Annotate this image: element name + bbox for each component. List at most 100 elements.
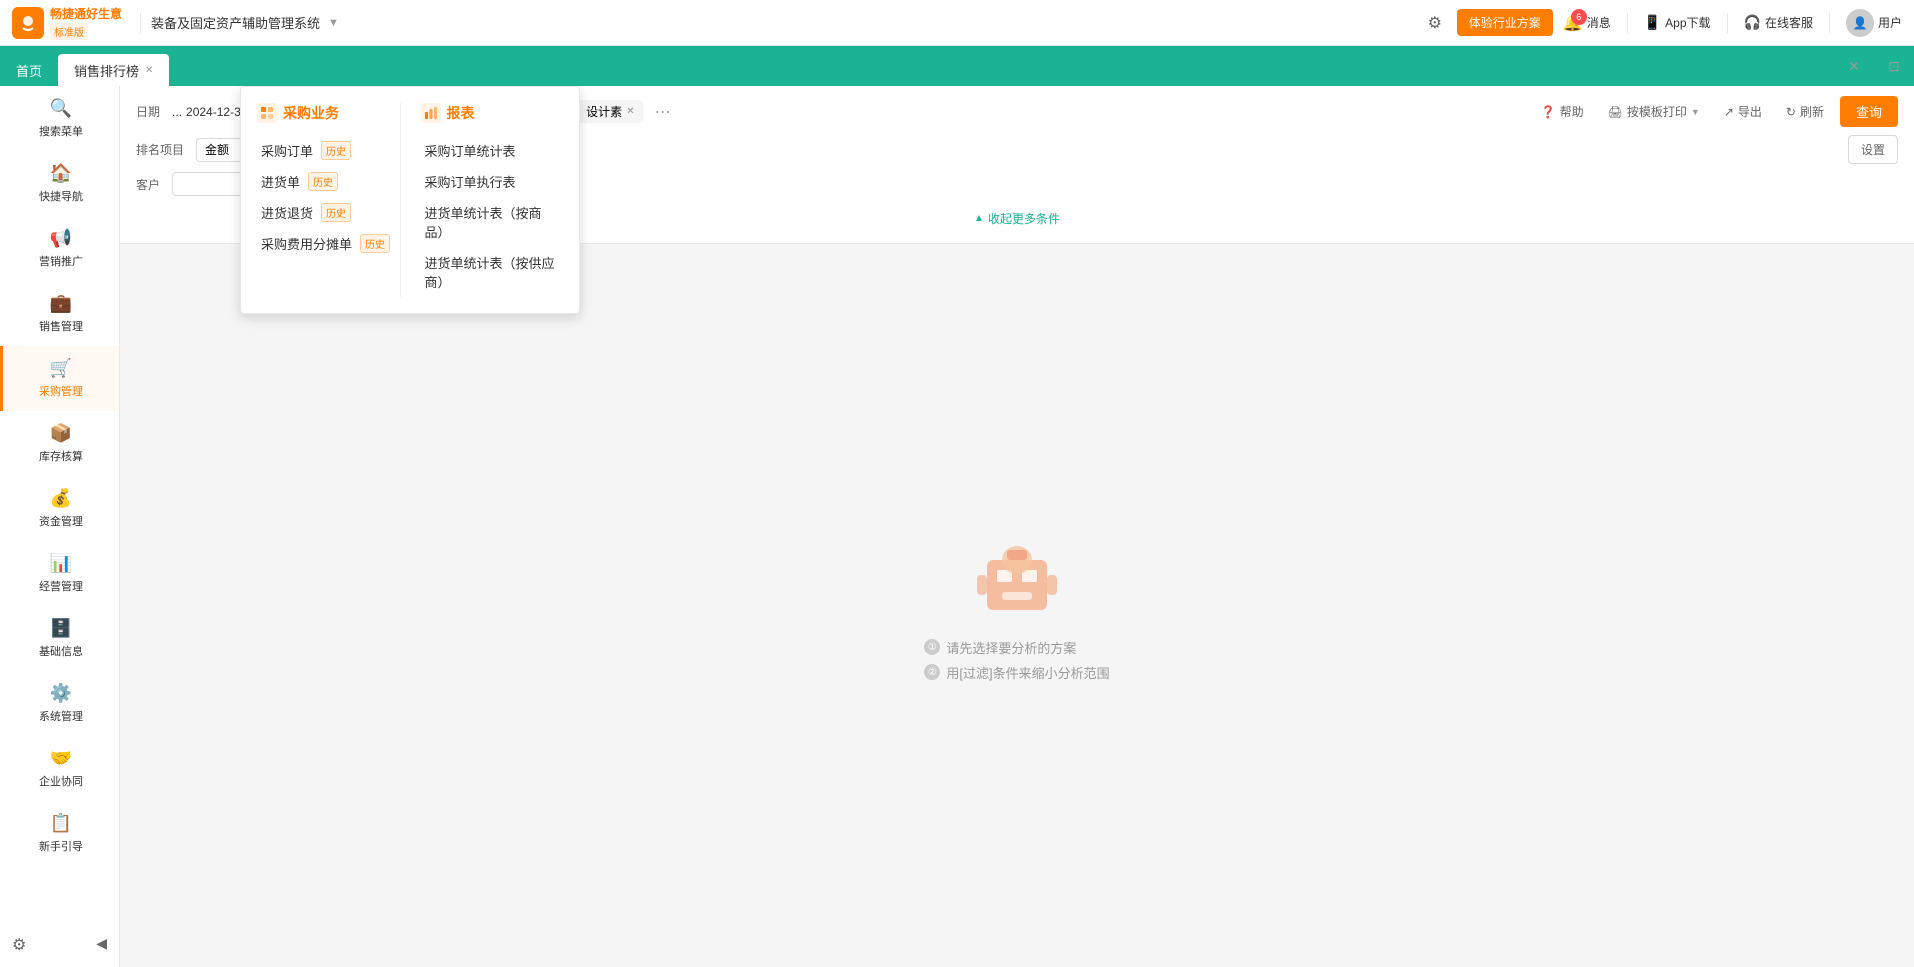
empty-illustration [957,530,1077,630]
dropdown-item-report-4[interactable]: 进货单统计表（按供应商） [421,247,564,297]
sidebar-collapse-icon[interactable]: ◀ [96,935,107,955]
sidebar-item-guide[interactable]: 📋 新手引导 [0,801,119,866]
dropdown-item-purchase-receipt[interactable]: 进货单 历史 [257,166,400,197]
print-dropdown-icon[interactable]: ▼ [1691,107,1700,117]
tab-home-label: 首页 [16,61,42,80]
sidebar-item-inventory[interactable]: 📦 库存核算 [0,411,119,476]
system-title-text: 装备及固定资产辅助管理系统 [151,13,320,32]
sep3 [1727,13,1728,33]
settings-small-btn[interactable]: 设置 [1848,135,1898,164]
sidebar: 🔍 搜索菜单 🏠 快捷导航 📢 营销推广 💼 销售管理 🛒 采购管理 📦 库存核… [0,86,120,967]
sidebar-item-purchase[interactable]: 🛒 采购管理 [0,346,119,411]
app-download-item[interactable]: 📱 App下载 [1644,14,1711,31]
user-avatar: 👤 [1846,9,1874,37]
cooperation-icon: 🤝 [50,748,72,769]
dropdown-item-label-report-3: 进货单统计表（按商品） [425,203,560,241]
close-window-icon[interactable]: ✕ [1834,46,1874,86]
toolbar-right: ❓ 帮助 🖨 按模板打印 ▼ ↗ 导出 ↻ 刷新 [1533,96,1898,127]
sidebar-item-search[interactable]: 🔍 搜索菜单 [0,86,119,151]
dropdown-item-label-purchase-receipt: 进货单 [261,172,300,191]
sep2 [1627,13,1628,33]
history-badge-1: 历史 [321,141,351,160]
query-btn[interactable]: 查询 [1840,96,1898,127]
sales-icon: 💼 [50,293,72,314]
notification-badge: 6 [1571,9,1587,25]
guide-icon: 📋 [50,813,72,834]
dropdown-item-report-2[interactable]: 采购订单执行表 [421,166,564,197]
tab-close-icon[interactable]: ✕ [145,65,153,76]
tab-sales-ranking[interactable]: 销售排行榜 ✕ [58,54,169,86]
notification-label: 消息 [1587,14,1611,31]
help-label: 帮助 [1560,103,1584,120]
industry-btn[interactable]: 体验行业方案 [1457,9,1553,36]
dropdown-arrow-icon[interactable]: ▼ [328,17,339,29]
sidebar-settings-icon[interactable]: ⚙ [12,935,26,955]
online-service-item[interactable]: 🎧 在线客服 [1744,14,1813,31]
hint2-icon: ② [924,664,940,680]
sidebar-item-sales[interactable]: 💼 销售管理 [0,281,119,346]
goods-dots[interactable]: ⋯ [655,102,671,122]
sidebar-label-operation: 经营管理 [39,578,83,594]
sidebar-item-operation[interactable]: 📊 经营管理 [0,541,119,606]
purchase-icon: 🛒 [50,358,72,379]
sidebar-label-quicknav: 快捷导航 [39,188,83,204]
logo-text: 畅捷通好生意 标准版 [50,5,122,41]
sidebar-label-search: 搜索菜单 [39,123,83,139]
refresh-icon: ↻ [1786,105,1796,119]
history-badge-4: 历史 [360,234,390,253]
user-item[interactable]: 👤 用户 [1846,9,1902,37]
top-header: 畅捷通好生意 标准版 装备及固定资产辅助管理系统 ▼ ⚙ 体验行业方案 🔔 6 … [0,0,1914,46]
sidebar-label-purchase: 采购管理 [39,383,83,399]
help-btn[interactable]: ❓ 帮助 [1533,99,1592,124]
sidebar-item-quicknav[interactable]: 🏠 快捷导航 [0,151,119,216]
sidebar-item-basicinfo[interactable]: 🗄️ 基础信息 [0,606,119,671]
sidebar-label-sales: 销售管理 [39,318,83,334]
system-title-area: 装备及固定资产辅助管理系统 ▼ [151,13,1413,32]
sidebar-label-cooperation: 企业协同 [39,773,83,789]
dropdown-item-label-report-1: 采购订单统计表 [425,141,516,160]
system-icon: ⚙️ [50,683,72,704]
dropdown-menu[interactable]: 采购业务 采购订单 历史 进货单 历史 进货退货 历史 [240,86,580,314]
dropdown-item-label-purchase-expense: 采购费用分摊单 [261,234,352,253]
headset-icon: 🎧 [1744,14,1761,31]
sidebar-item-finance[interactable]: 💰 资金管理 [0,476,119,541]
print-label: 按模板打印 [1627,103,1687,120]
search-icon: 🔍 [50,98,72,119]
settings-icon[interactable]: ⚙ [1423,11,1447,35]
dropdown-item-report-1[interactable]: 采购订单统计表 [421,135,564,166]
inventory-icon: 📦 [50,423,72,444]
dropdown-item-purchase-order[interactable]: 采购订单 历史 [257,135,400,166]
dropdown-item-purchase-expense[interactable]: 采购费用分摊单 历史 [257,228,400,259]
sidebar-label-guide: 新手引导 [39,838,83,854]
collapse-label: 收起更多条件 [988,210,1060,227]
marketing-icon: 📢 [50,228,72,249]
refresh-btn[interactable]: ↻ 刷新 [1778,99,1832,124]
hint1-icon: ① [924,639,940,655]
purchase-section-label: 采购业务 [283,103,339,123]
print-btn[interactable]: 🖨 按模板打印 ▼ [1600,99,1708,124]
username-label: 用户 [1878,14,1902,31]
date-label: 日期 [136,103,160,120]
maximize-window-icon[interactable]: ⊡ [1874,46,1914,86]
dropdown-item-report-3[interactable]: 进货单统计表（按商品） [421,197,564,247]
operation-icon: 📊 [50,553,72,574]
history-badge-2: 历史 [308,172,338,191]
logo-area: 畅捷通好生意 标准版 [12,5,130,41]
sidebar-item-system[interactable]: ⚙️ 系统管理 [0,671,119,736]
tab-home[interactable]: 首页 [0,54,58,86]
goods-tag-close[interactable]: ✕ [626,106,634,117]
dropdown-item-label-purchase-return: 进货退货 [261,203,313,222]
report-section-label: 报表 [447,103,475,123]
window-controls: ✕ ⊡ [1834,46,1914,86]
notification-item[interactable]: 🔔 6 消息 [1563,13,1611,33]
sidebar-item-marketing[interactable]: 📢 营销推广 [0,216,119,281]
dropdown-item-purchase-return[interactable]: 进货退货 历史 [257,197,400,228]
dropdown-item-label-report-4: 进货单统计表（按供应商） [425,253,560,291]
sidebar-label-system: 系统管理 [39,708,83,724]
goods-tag-value: 设计素 [586,103,622,120]
header-separator [140,13,141,33]
help-icon: ❓ [1541,105,1556,119]
report-section-title: 报表 [421,103,564,123]
export-btn[interactable]: ↗ 导出 [1716,99,1770,124]
sidebar-item-cooperation[interactable]: 🤝 企业协同 [0,736,119,801]
